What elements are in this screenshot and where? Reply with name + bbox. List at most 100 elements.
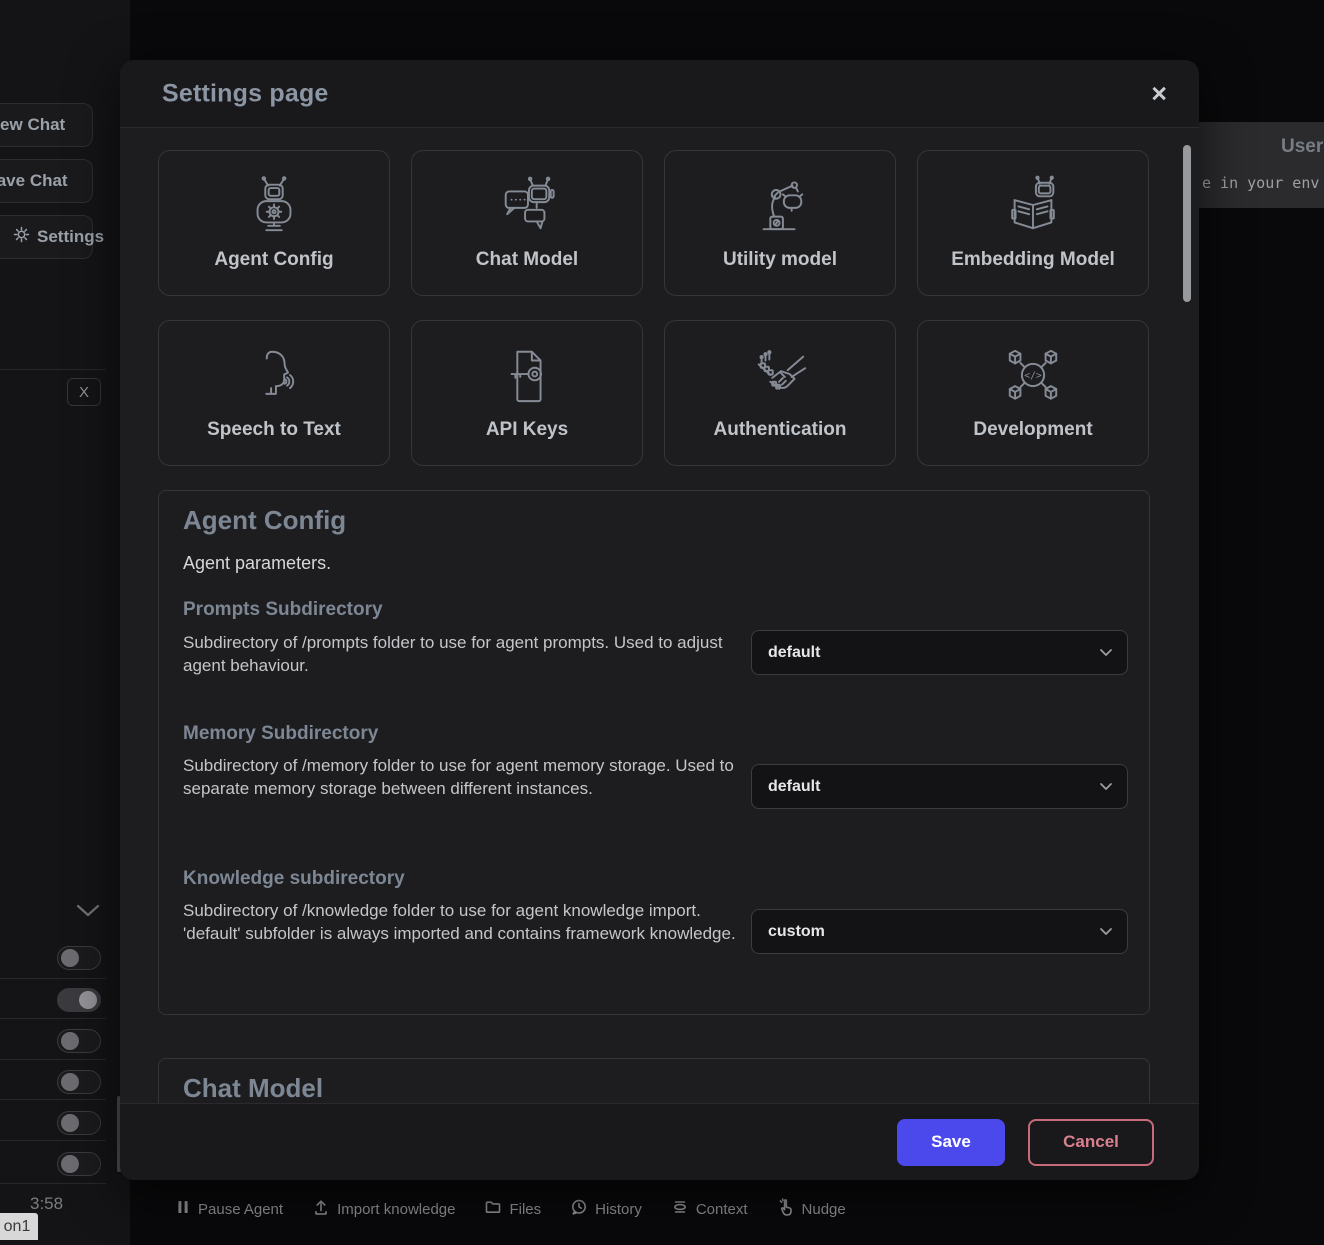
sidebar-divider [0, 369, 106, 370]
tab-speech-to-text[interactable]: Speech to Text [158, 320, 390, 466]
pause-icon [175, 1198, 191, 1220]
robot-arm-icon [749, 175, 811, 240]
new-chat-label: New Chat [0, 115, 66, 134]
tab-embedding-model[interactable]: Embedding Model [917, 150, 1149, 296]
nudge-hand-icon [777, 1198, 795, 1220]
field-label-knowledge-subdirectory: Knowledge subdirectory [183, 868, 405, 889]
tab-chat-model[interactable]: Chat Model [411, 150, 643, 296]
sidebar-toggle[interactable] [57, 1070, 101, 1094]
sidebar-toggle[interactable] [57, 946, 101, 970]
close-panel-label: X [78, 383, 89, 401]
tab-label: API Keys [485, 419, 569, 440]
toggle-knob [61, 1114, 79, 1132]
settings-label: Settings [37, 227, 105, 246]
prompts-subdirectory-select[interactable]: default [751, 630, 1128, 675]
section-title: Chat Model [183, 1073, 324, 1103]
toolbar-label: Nudge [801, 1200, 846, 1218]
chevron-down-icon [1100, 649, 1112, 656]
select-value: default [768, 643, 821, 661]
memory-subdirectory-select[interactable]: default [751, 764, 1128, 809]
save-chat-label: Save Chat [0, 171, 68, 190]
document-key-icon [496, 345, 558, 410]
sidebar-toggle[interactable] [57, 1111, 101, 1135]
sidebar-toggle[interactable] [57, 988, 101, 1012]
sidebar-toggle[interactable] [57, 1029, 101, 1053]
sidebar-divider [0, 1018, 106, 1019]
new-chat-button[interactable]: New Chat [0, 103, 93, 147]
sidebar-divider [0, 1140, 106, 1141]
left-sidebar: New Chat Save Chat Settings X 3:58 on1 [0, 0, 130, 1245]
tab-label: Speech to Text [207, 419, 341, 440]
chevron-down-icon [1100, 783, 1112, 790]
toolbar-label: Import knowledge [337, 1200, 456, 1218]
history-button[interactable]: History [570, 1198, 642, 1220]
toolbar-label: Pause Agent [198, 1200, 284, 1218]
sidebar-divider [0, 1059, 106, 1060]
page-title: Settings page [162, 79, 329, 107]
bottom-toolbar: Pause Agent Import knowledge Files Histo… [175, 1196, 846, 1222]
context-button[interactable]: Context [671, 1198, 748, 1220]
files-button[interactable]: Files [484, 1198, 541, 1220]
clock-time: 3:58 [30, 1194, 64, 1213]
sidebar-toggle[interactable] [57, 1152, 101, 1176]
save-button[interactable]: Save [897, 1118, 1005, 1166]
chevron-down-icon[interactable] [76, 903, 100, 923]
toolbar-label: Context [695, 1200, 748, 1218]
field-description: Subdirectory of /knowledge folder to use… [183, 901, 736, 943]
select-value: default [768, 777, 821, 795]
robot-chat-icon [496, 175, 558, 240]
tab-label: Development [973, 419, 1093, 440]
gear-icon [13, 226, 30, 248]
save-chat-button[interactable]: Save Chat [0, 159, 93, 203]
tab-label: Agent Config [214, 249, 334, 270]
field-description: Subdirectory of /memory folder to use fo… [183, 756, 734, 798]
settings-button[interactable]: Settings [0, 215, 104, 259]
tab-label: Embedding Model [951, 249, 1115, 270]
toolbar-label: History [595, 1200, 642, 1218]
chevron-down-icon [1100, 928, 1112, 935]
knowledge-subdirectory-select[interactable]: custom [751, 909, 1128, 954]
cancel-button[interactable]: Cancel [1028, 1118, 1154, 1166]
tab-label: Chat Model [475, 249, 579, 270]
field-label-memory-subdirectory: Memory Subdirectory [183, 723, 379, 744]
section-agent-config: Agent Config Agent parameters. Prompts S… [158, 490, 1150, 1015]
tab-label: Utility model [722, 249, 837, 270]
robot-reading-icon [1002, 175, 1064, 240]
nudge-button[interactable]: Nudge [777, 1198, 846, 1220]
code-nodes-icon: </> [1002, 345, 1064, 410]
tab-utility-model[interactable]: Utility model [664, 150, 896, 296]
select-value: custom [768, 922, 825, 940]
tab-agent-config[interactable]: Agent Config [158, 150, 390, 296]
svg-text:</>: </> [1024, 370, 1042, 381]
toggle-knob [61, 1073, 79, 1091]
upload-icon [312, 1198, 330, 1220]
modal-scrollbar[interactable] [1183, 145, 1191, 302]
folder-icon [484, 1198, 502, 1220]
close-panel-button[interactable]: X [67, 378, 101, 406]
tab-api-keys[interactable]: API Keys [411, 320, 643, 466]
toggle-knob [61, 1155, 79, 1173]
sidebar-divider [0, 1099, 106, 1100]
robot-config-icon [243, 175, 305, 240]
tab-authentication[interactable]: Authentication [664, 320, 896, 466]
tab-label: Authentication [713, 419, 847, 440]
modal-header: Settings page × [120, 60, 1199, 128]
toggle-knob [79, 991, 97, 1009]
toggle-knob [61, 1032, 79, 1050]
context-stack-icon [671, 1198, 689, 1220]
tab-development[interactable]: </> Development [917, 320, 1149, 466]
sidebar-divider [0, 978, 106, 979]
handshake-icon [749, 345, 811, 410]
pause-agent-button[interactable]: Pause Agent [175, 1198, 283, 1220]
message-text: e in your env [1202, 174, 1320, 192]
history-clock-icon [570, 1198, 588, 1220]
sidebar-divider [0, 1183, 106, 1184]
close-icon[interactable]: × [1151, 80, 1167, 107]
field-description: Subdirectory of /prompts folder to use f… [183, 633, 723, 675]
field-label-prompts-subdirectory: Prompts Subdirectory [183, 599, 383, 620]
settings-modal: Settings page × Agent Config Chat Model … [120, 60, 1199, 1180]
toggle-knob [61, 949, 79, 967]
toolbar-label: Files [509, 1200, 542, 1218]
message-author: User [1281, 136, 1324, 157]
import-knowledge-button[interactable]: Import knowledge [312, 1198, 455, 1220]
